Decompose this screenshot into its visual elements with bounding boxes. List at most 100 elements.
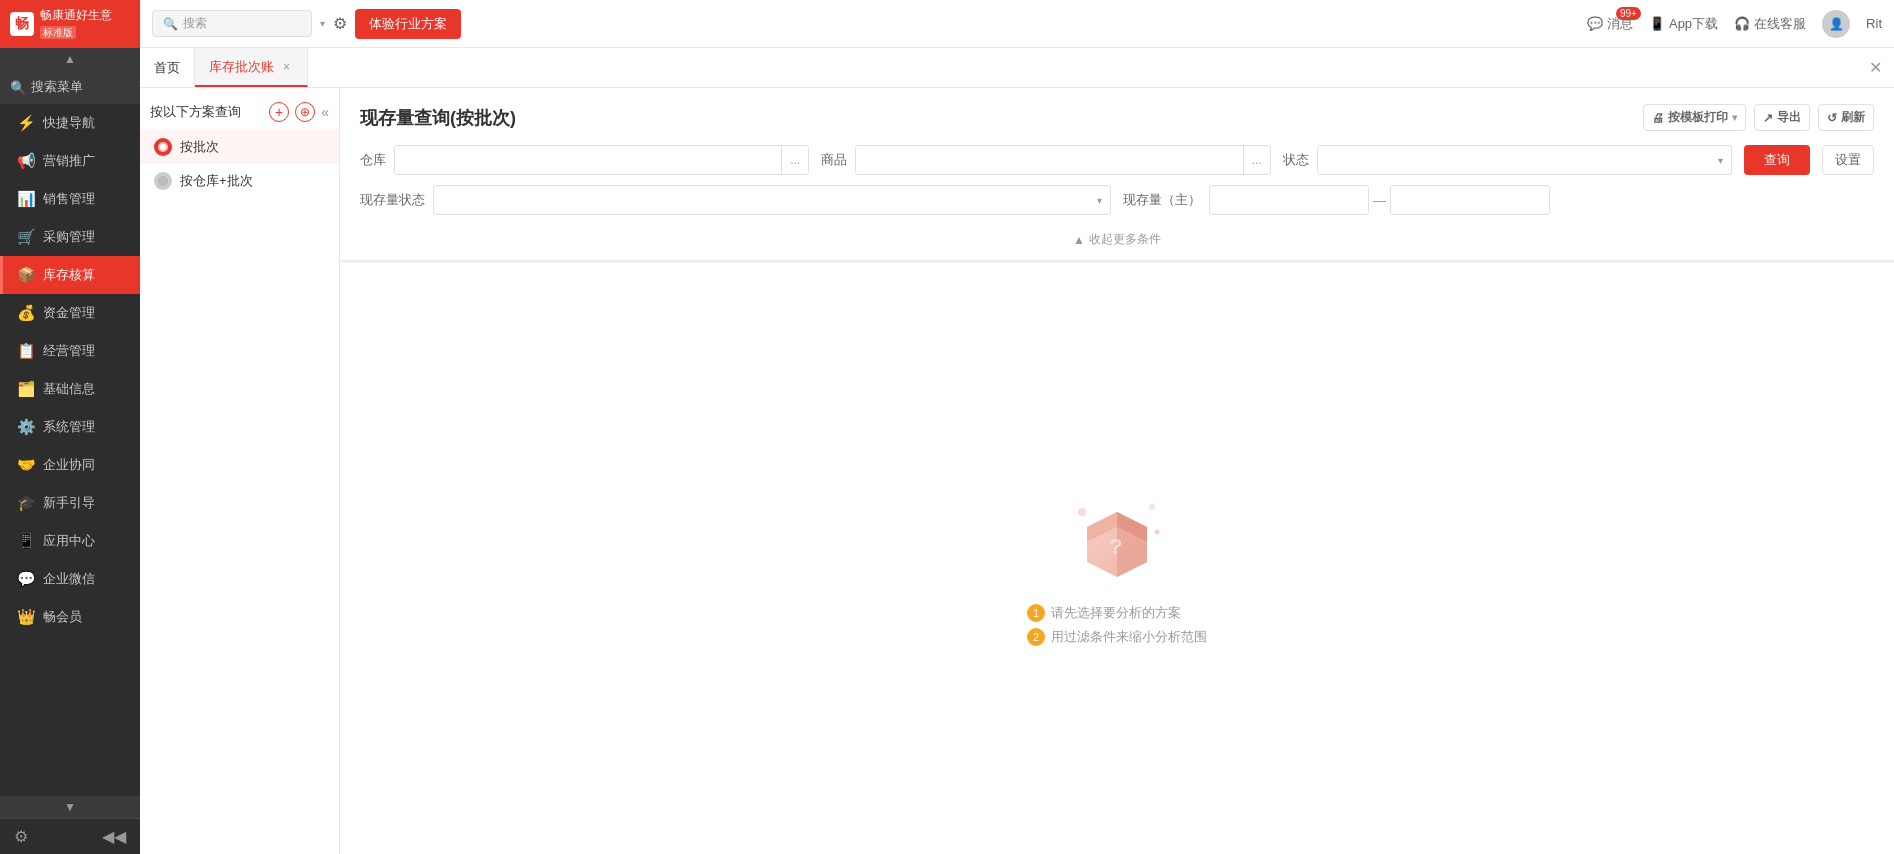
messages-btn[interactable]: 💬 消息 99+ bbox=[1587, 15, 1633, 33]
collapse-label: 收起更多条件 bbox=[1089, 231, 1161, 248]
logo-text: 畅 bbox=[15, 15, 29, 33]
sidebar-item-enterprise[interactable]: 🤝 企业协同 bbox=[0, 446, 140, 484]
system-label: 系统管理 bbox=[43, 418, 95, 436]
empty-state: ? 1 请先选择要分析的方案 2 用过滤条件来缩小分析范围 bbox=[340, 263, 1894, 854]
app-center-label: 应用中心 bbox=[43, 532, 95, 550]
search-label: 搜索菜单 bbox=[31, 78, 83, 96]
scheme-item-warehouse-batch[interactable]: 按仓库+批次 bbox=[140, 164, 339, 198]
user-name[interactable]: Rit bbox=[1866, 16, 1882, 31]
print-btn-label: 按模板打印 bbox=[1668, 109, 1728, 126]
online-service-btn[interactable]: 🎧 在线客服 bbox=[1734, 15, 1806, 33]
status-select[interactable]: ▾ bbox=[1317, 145, 1732, 175]
sidebar-scroll-up[interactable]: ▲ bbox=[0, 48, 140, 70]
finance-label: 资金管理 bbox=[43, 304, 95, 322]
scheme-add-btn[interactable]: + bbox=[269, 102, 289, 122]
app-edition: 标准版 bbox=[40, 26, 76, 39]
product-field: 商品 ... bbox=[821, 145, 1270, 175]
svg-point-2 bbox=[158, 176, 168, 186]
app-center-icon: 📱 bbox=[17, 532, 35, 550]
warehouse-input-wrapper[interactable]: ... bbox=[394, 145, 809, 175]
member-icon: 👑 bbox=[17, 608, 35, 626]
query-btn[interactable]: 查询 bbox=[1744, 145, 1810, 175]
sidebar-item-system[interactable]: ⚙️ 系统管理 bbox=[0, 408, 140, 446]
quick-nav-label: 快捷导航 bbox=[43, 114, 95, 132]
sidebar-item-member[interactable]: 👑 畅会员 bbox=[0, 598, 140, 636]
sidebar-item-finance[interactable]: 💰 资金管理 bbox=[0, 294, 140, 332]
product-input[interactable] bbox=[856, 146, 1242, 174]
sidebar-item-marketing[interactable]: 📢 营销推广 bbox=[0, 142, 140, 180]
inventory-status-select[interactable]: ▾ bbox=[433, 185, 1111, 215]
hint-num-1: 1 bbox=[1027, 604, 1045, 622]
enterprise-label: 企业协同 bbox=[43, 456, 95, 474]
sidebar-item-purchase[interactable]: 🛒 采购管理 bbox=[0, 218, 140, 256]
main-content: 🔍 搜索 ▾ ⚙ 体验行业方案 💬 消息 99+ 📱 App下载 🎧 在线客服 … bbox=[140, 0, 1894, 854]
settings-footer-icon[interactable]: ⚙ bbox=[14, 827, 28, 846]
warehouse-more-btn[interactable]: ... bbox=[781, 146, 808, 174]
print-btn[interactable]: 🖨 按模板打印 ▾ bbox=[1643, 104, 1746, 131]
empty-hint-1: 1 请先选择要分析的方案 bbox=[1027, 604, 1207, 622]
finance-icon: 💰 bbox=[17, 304, 35, 322]
warehouse-input[interactable] bbox=[395, 146, 781, 174]
sidebar-search-item[interactable]: 🔍 搜索菜单 bbox=[0, 70, 140, 104]
tab-close-btn[interactable]: × bbox=[280, 59, 293, 75]
product-label: 商品 bbox=[821, 151, 847, 169]
user-avatar[interactable]: 👤 bbox=[1822, 10, 1850, 38]
quick-nav-icon: ⚡ bbox=[17, 114, 35, 132]
collapse-more-btn[interactable]: ▲ 收起更多条件 bbox=[360, 225, 1874, 252]
tab-home[interactable]: 首页 bbox=[140, 48, 195, 87]
enterprise-icon: 🤝 bbox=[17, 456, 35, 474]
product-more-btn[interactable]: ... bbox=[1243, 146, 1270, 174]
wechat-icon: 💬 bbox=[17, 570, 35, 588]
scheme-gear-icon: ⊕ bbox=[300, 105, 310, 119]
status-label: 状态 bbox=[1283, 151, 1309, 169]
collapse-sidebar-icon[interactable]: ◀◀ bbox=[102, 827, 126, 846]
tabs-bar: 首页 库存批次账 × ✕ bbox=[140, 48, 1894, 88]
export-btn[interactable]: ↗ 导出 bbox=[1754, 104, 1810, 131]
empty-hints: 1 请先选择要分析的方案 2 用过滤条件来缩小分析范围 bbox=[1027, 604, 1207, 646]
sidebar-item-wechat[interactable]: 💬 企业微信 bbox=[0, 560, 140, 598]
filter-row-1: 仓库 ... 商品 ... 状态 bbox=[360, 145, 1874, 175]
svg-point-1 bbox=[160, 144, 166, 150]
topbar-search[interactable]: 🔍 搜索 bbox=[152, 10, 312, 37]
guide-icon: 🎓 bbox=[17, 494, 35, 512]
print-dropdown-icon[interactable]: ▾ bbox=[1732, 112, 1737, 123]
scheme-collapse-btn[interactable]: « bbox=[321, 104, 329, 120]
scheme-panel-title: 按以下方案查询 bbox=[150, 103, 241, 121]
operations-icon: 📋 bbox=[17, 342, 35, 360]
tab-active-label: 库存批次账 bbox=[209, 58, 274, 76]
warehouse-label: 仓库 bbox=[360, 151, 386, 169]
content-area: 按以下方案查询 + ⊕ « 按批次 bbox=[140, 88, 1894, 854]
app-logo: 畅 bbox=[10, 12, 34, 36]
tab-inventory-batch[interactable]: 库存批次账 × bbox=[195, 48, 308, 87]
sidebar-item-sales[interactable]: 📊 销售管理 bbox=[0, 180, 140, 218]
inventory-status-arrow-icon: ▾ bbox=[1097, 195, 1102, 206]
scheme-item-batch[interactable]: 按批次 bbox=[140, 130, 339, 164]
app-title-text: 畅康通好生意 bbox=[40, 8, 112, 24]
scheme-settings-btn[interactable]: ⊕ bbox=[295, 102, 315, 122]
page-title-bar: 现存量查询(按批次) 🖨 按模板打印 ▾ ↗ 导出 ↺ bbox=[360, 104, 1874, 131]
sidebar-item-inventory[interactable]: 📦 库存核算 bbox=[0, 256, 140, 294]
app-download-btn[interactable]: 📱 App下载 bbox=[1649, 15, 1718, 33]
sidebar-item-app-center[interactable]: 📱 应用中心 bbox=[0, 522, 140, 560]
status-arrow-icon: ▾ bbox=[1718, 155, 1723, 166]
inventory-status-field: 现存量状态 ▾ bbox=[360, 185, 1111, 215]
topbar-dropdown-icon[interactable]: ▾ bbox=[320, 18, 325, 29]
sidebar-item-operations[interactable]: 📋 经营管理 bbox=[0, 332, 140, 370]
inventory-qty-to-input[interactable] bbox=[1390, 185, 1550, 215]
refresh-btn[interactable]: ↺ 刷新 bbox=[1818, 104, 1874, 131]
tabs-close-all-btn[interactable]: ✕ bbox=[1857, 58, 1894, 77]
industry-btn[interactable]: 体验行业方案 bbox=[355, 9, 461, 39]
product-input-wrapper[interactable]: ... bbox=[855, 145, 1270, 175]
export-btn-label: 导出 bbox=[1777, 109, 1801, 126]
topbar-search-placeholder: 搜索 bbox=[183, 15, 207, 32]
sidebar-scroll-down[interactable]: ▼ bbox=[0, 796, 140, 818]
sidebar-item-basic[interactable]: 🗂️ 基础信息 bbox=[0, 370, 140, 408]
inventory-qty-from-input[interactable] bbox=[1209, 185, 1369, 215]
guide-label: 新手引导 bbox=[43, 494, 95, 512]
topbar-gear-icon[interactable]: ⚙ bbox=[333, 14, 347, 33]
sidebar-item-quick-nav[interactable]: ⚡ 快捷导航 bbox=[0, 104, 140, 142]
marketing-icon: 📢 bbox=[17, 152, 35, 170]
app-download-icon: 📱 bbox=[1649, 16, 1665, 31]
sidebar-item-guide[interactable]: 🎓 新手引导 bbox=[0, 484, 140, 522]
settings-btn[interactable]: 设置 bbox=[1822, 145, 1874, 175]
